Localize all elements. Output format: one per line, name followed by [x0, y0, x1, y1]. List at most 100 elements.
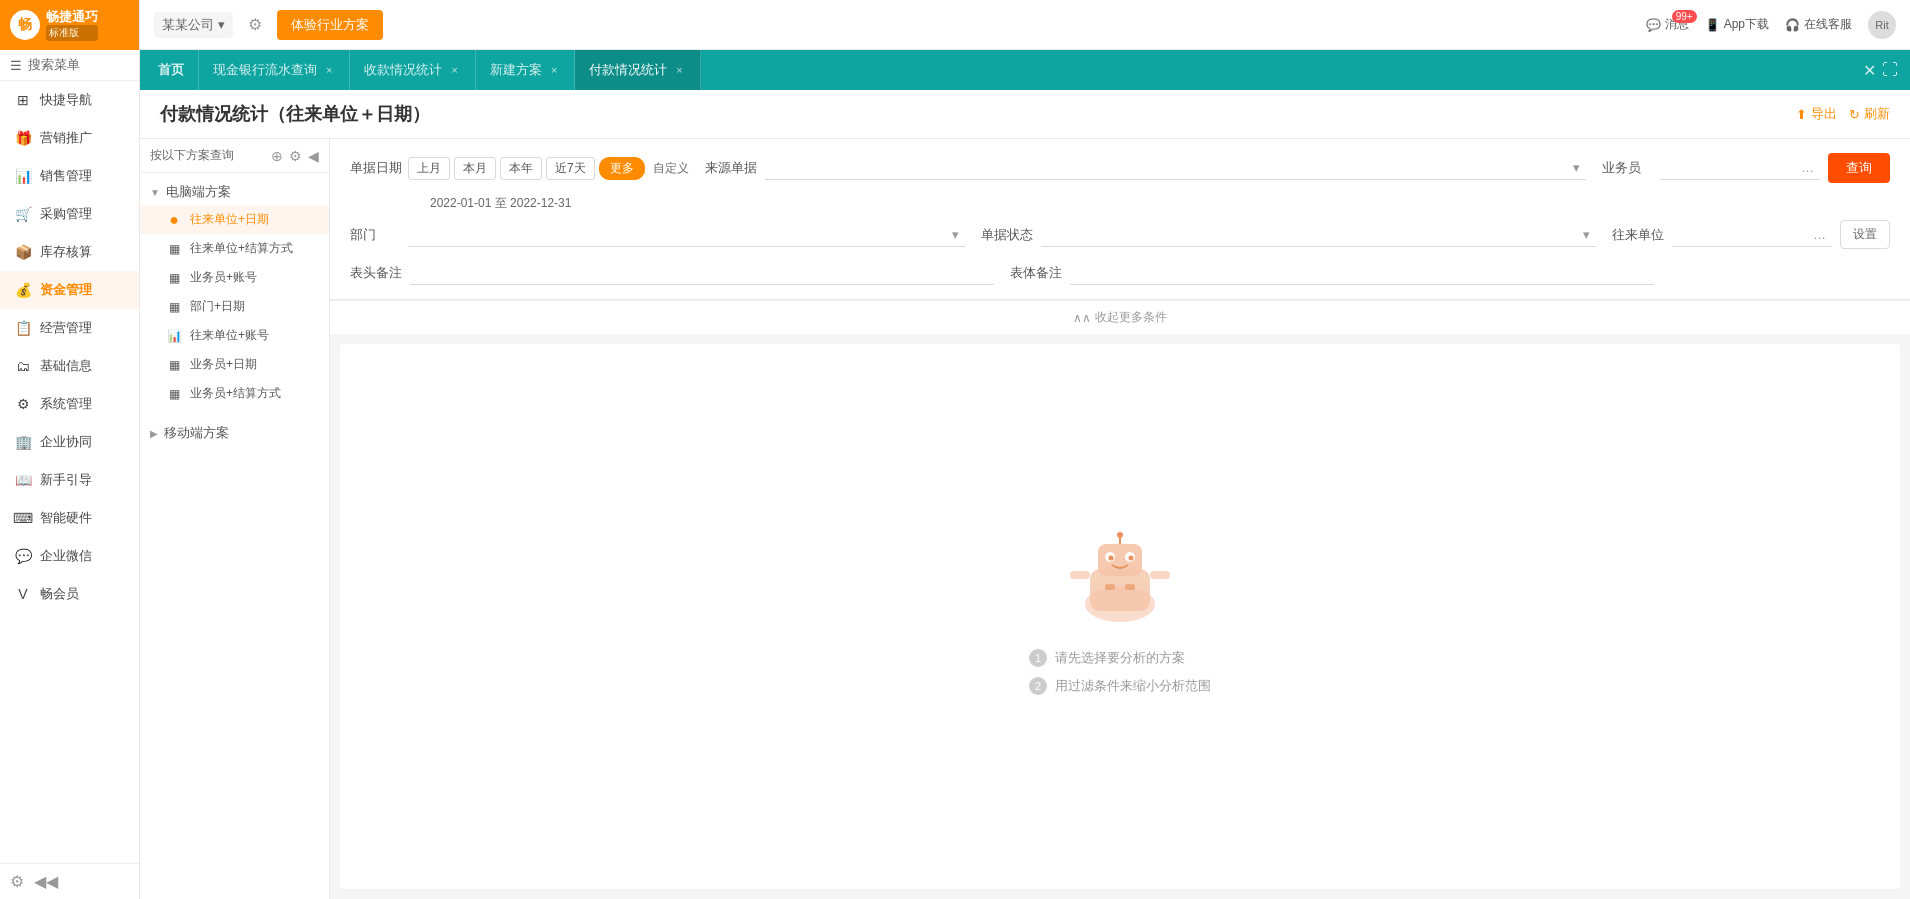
tab-receipt-stats[interactable]: 收款情况统计 × — [350, 50, 475, 90]
tab-close-all-icon[interactable]: ✕ — [1863, 61, 1876, 80]
scheme-icon-1: ▦ — [166, 241, 182, 257]
filter-partner: 往来单位 … 设置 — [1612, 220, 1890, 249]
sidebar-item-finance[interactable]: 💰 资金管理 — [0, 271, 139, 309]
sidebar-item-system[interactable]: ⚙ 系统管理 — [0, 385, 139, 423]
filter-row-1: 单据日期 上月 本月 本年 近7天 更多 自定义 来源单据 — [350, 153, 1890, 183]
panel-collapse-btn[interactable]: ◀ — [308, 148, 319, 164]
collapse-label: 收起更多条件 — [1095, 309, 1167, 326]
sales-icon: 📊 — [14, 167, 32, 185]
voucher-status-arrow-icon: ▾ — [1583, 227, 1590, 242]
scheme-item-staff-acct[interactable]: ▦ 业务员+账号 — [140, 263, 329, 292]
scheme-item-label: 往来单位+账号 — [190, 327, 269, 344]
sidebar-item-marketing[interactable]: 🎁 营销推广 — [0, 119, 139, 157]
tab-new-scheme-close[interactable]: × — [548, 62, 560, 78]
tab-bank-flow-close[interactable]: × — [323, 62, 335, 78]
scheme-item-staff-date[interactable]: ▦ 业务员+日期 — [140, 350, 329, 379]
tab-receipt-stats-label: 收款情况统计 — [364, 61, 442, 79]
sidebar-item-enterprise[interactable]: 🏢 企业协同 — [0, 423, 139, 461]
sidebar-item-purchase[interactable]: 🛒 采购管理 — [0, 195, 139, 233]
date-btn-this-month[interactable]: 本月 — [454, 157, 496, 180]
chevron-down-icon: ▾ — [218, 17, 225, 32]
dept-select[interactable]: ▾ — [408, 223, 965, 247]
sidebar-item-vip[interactable]: V 畅会员 — [0, 575, 139, 613]
svg-point-5 — [1109, 555, 1114, 560]
body-note-label: 表体备注 — [1010, 264, 1062, 282]
sidebar-item-basic[interactable]: 🗂 基础信息 — [0, 347, 139, 385]
header-actions: ⬆ 导出 ↻ 刷新 — [1796, 105, 1890, 123]
system-icon: ⚙ — [14, 395, 32, 413]
settings-small-btn[interactable]: 设置 — [1840, 220, 1890, 249]
query-btn[interactable]: 查询 — [1828, 153, 1890, 183]
sidebar-item-operation[interactable]: 📋 经营管理 — [0, 309, 139, 347]
sidebar-item-smart-hw[interactable]: ⌨ 智能硬件 — [0, 499, 139, 537]
panel-toolbar: 按以下方案查询 ⊕ ⚙ ◀ — [140, 139, 329, 173]
partner-select[interactable]: … — [1672, 223, 1832, 247]
user-name: Rit — [1875, 19, 1888, 31]
mobile-group-header[interactable]: ▶ 移动端方案 — [140, 420, 329, 446]
tab-home[interactable]: 首页 — [144, 50, 199, 90]
tip-num-2: 2 — [1029, 677, 1047, 695]
tab-bank-flow[interactable]: 现金银行流水查询 × — [199, 50, 350, 90]
source-arrow-icon: ▾ — [1573, 160, 1580, 175]
topbar-settings-btn[interactable]: ⚙ — [241, 11, 269, 39]
sidebar-item-label: 企业协同 — [40, 433, 92, 451]
tab-maximize-icon[interactable]: ⛶ — [1882, 61, 1898, 79]
trial-btn[interactable]: 体验行业方案 — [277, 10, 383, 40]
export-btn[interactable]: ⬆ 导出 — [1796, 105, 1837, 123]
sidebar-item-label: 畅会员 — [40, 585, 79, 603]
scheme-item-label: 部门+日期 — [190, 298, 245, 315]
sidebar-item-quick-nav[interactable]: ⊞ 快捷导航 — [0, 81, 139, 119]
search-menu[interactable]: ☰ 搜索菜单 — [0, 50, 139, 81]
sidebar-item-inventory[interactable]: 📦 库存核算 — [0, 233, 139, 271]
notification-btn[interactable]: 💬 消息 99+ — [1646, 16, 1689, 33]
app-download-btn[interactable]: 📱 App下载 — [1705, 16, 1769, 33]
scheme-item-unit-settle[interactable]: ▦ 往来单位+结算方式 — [140, 234, 329, 263]
tab-payment-stats[interactable]: 付款情况统计 × — [575, 50, 700, 90]
scheme-settings-btn[interactable]: ⚙ — [289, 148, 302, 164]
company-selector[interactable]: 某某公司 ▾ — [154, 12, 233, 38]
date-btn-more[interactable]: 更多 — [599, 157, 645, 180]
salesperson-arrow-icon: … — [1801, 160, 1814, 175]
desktop-arrow-icon: ▼ — [150, 187, 160, 198]
scheme-item-unit-acct[interactable]: 📊 往来单位+账号 — [140, 321, 329, 350]
source-select[interactable]: ▾ — [765, 156, 1586, 180]
sidebar-item-label: 销售管理 — [40, 167, 92, 185]
search-menu-label: 搜索菜单 — [28, 56, 80, 74]
operation-icon: 📋 — [14, 319, 32, 337]
settings-bottom-icon[interactable]: ⚙ — [10, 872, 24, 891]
tab-receipt-close[interactable]: × — [448, 62, 460, 78]
scheme-icon-5: ▦ — [166, 357, 182, 373]
user-avatar[interactable]: Rit — [1868, 11, 1896, 39]
date-btn-last-month[interactable]: 上月 — [408, 157, 450, 180]
tab-payment-stats-label: 付款情况统计 — [589, 61, 667, 79]
add-scheme-btn[interactable]: ⊕ — [271, 148, 283, 164]
scheme-item-dept-date[interactable]: ▦ 部门+日期 — [140, 292, 329, 321]
sidebar-item-label: 经营管理 — [40, 319, 92, 337]
date-range-display: 2022-01-01 至 2022-12-31 — [430, 196, 571, 210]
date-btn-7days[interactable]: 近7天 — [546, 157, 595, 180]
scheme-item-staff-settle[interactable]: ▦ 业务员+结算方式 — [140, 379, 329, 408]
voucher-status-select[interactable]: ▾ — [1041, 223, 1596, 247]
header-note-input[interactable] — [410, 261, 994, 285]
desktop-scheme-group: ▼ 电脑端方案 ● 往来单位+日期 ▦ 往来单位+结算方式 ▦ 业务员+账号 — [140, 173, 329, 414]
scheme-item-unit-date[interactable]: ● 往来单位+日期 — [140, 205, 329, 234]
body-note-input[interactable] — [1070, 261, 1654, 285]
desktop-group-header[interactable]: ▼ 电脑端方案 — [140, 179, 329, 205]
svg-rect-9 — [1070, 571, 1090, 579]
sidebar-item-weixin[interactable]: 💬 企业微信 — [0, 537, 139, 575]
refresh-btn[interactable]: ↻ 刷新 — [1849, 105, 1890, 123]
newbie-icon: 📖 — [14, 471, 32, 489]
date-btn-this-year[interactable]: 本年 — [500, 157, 542, 180]
sidebar-item-sales[interactable]: 📊 销售管理 — [0, 157, 139, 195]
tab-new-scheme[interactable]: 新建方案 × — [476, 50, 575, 90]
online-service-btn[interactable]: 🎧 在线客服 — [1785, 16, 1852, 33]
svg-point-6 — [1129, 555, 1134, 560]
collapse-more-btn[interactable]: ∧∧ 收起更多条件 — [330, 300, 1910, 334]
quick-nav-icon: ⊞ — [14, 91, 32, 109]
sidebar-collapse-icon[interactable]: ◀◀ — [34, 872, 58, 891]
date-range-row: 2022-01-01 至 2022-12-31 — [350, 195, 1890, 220]
scheme-icon-4: 📊 — [166, 328, 182, 344]
tab-payment-close[interactable]: × — [673, 62, 685, 78]
sidebar-item-newbie[interactable]: 📖 新手引导 — [0, 461, 139, 499]
salesperson-select[interactable]: … — [1660, 156, 1820, 180]
